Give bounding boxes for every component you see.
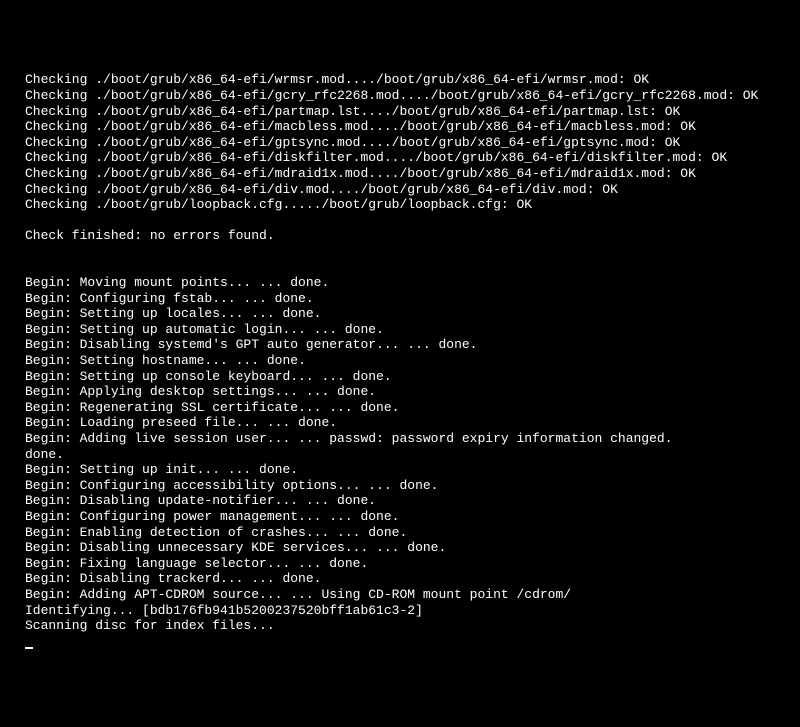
terminal-line: Begin: Disabling update-notifier... ... … [25,493,775,509]
terminal-line: Begin: Disabling unnecessary KDE service… [25,540,775,556]
terminal-line: Begin: Setting hostname... ... done. [25,353,775,369]
terminal-line: Checking ./boot/grub/x86_64-efi/gptsync.… [25,135,775,151]
terminal-line: Scanning disc for index files... [25,618,775,634]
terminal-line: Checking ./boot/grub/x86_64-efi/diskfilt… [25,150,775,166]
terminal-line: Begin: Setting up console keyboard... ..… [25,369,775,385]
terminal-line: Begin: Setting up locales... ... done. [25,306,775,322]
terminal-line: Begin: Moving mount points... ... done. [25,275,775,291]
terminal-line: Checking ./boot/grub/x86_64-efi/div.mod.… [25,182,775,198]
terminal-line: Checking ./boot/grub/loopback.cfg...../b… [25,197,775,213]
terminal-line: Check finished: no errors found. [25,228,775,244]
cursor [25,647,33,649]
terminal-line [25,244,775,260]
terminal-line: Begin: Fixing language selector... ... d… [25,556,775,572]
terminal-line: Begin: Disabling trackerd... ... done. [25,571,775,587]
terminal-line: Begin: Adding live session user... ... p… [25,431,775,447]
terminal-line: Begin: Configuring fstab... ... done. [25,291,775,307]
terminal-line: Checking ./boot/grub/x86_64-efi/gcry_rfc… [25,88,775,104]
terminal-line [25,213,775,229]
terminal-line: Begin: Setting up automatic login... ...… [25,322,775,338]
terminal-line: Begin: Regenerating SSL certificate... .… [25,400,775,416]
terminal-line: Checking ./boot/grub/x86_64-efi/mdraid1x… [25,166,775,182]
terminal-line: Checking ./boot/grub/x86_64-efi/partmap.… [25,104,775,120]
terminal-line: done. [25,447,775,463]
terminal-line: Checking ./boot/grub/x86_64-efi/wrmsr.mo… [25,72,775,88]
terminal-line: Begin: Applying desktop settings... ... … [25,384,775,400]
terminal-line: Begin: Configuring accessibility options… [25,478,775,494]
terminal-line: Begin: Loading preseed file... ... done. [25,415,775,431]
terminal-line: Checking ./boot/grub/x86_64-efi/macbless… [25,119,775,135]
terminal-line: Begin: Setting up init... ... done. [25,462,775,478]
terminal-line: Identifying... [bdb176fb941b5200237520bf… [25,603,775,619]
terminal-line [25,260,775,276]
terminal-line: Begin: Disabling systemd's GPT auto gene… [25,337,775,353]
terminal-output: Checking ./boot/grub/x86_64-efi/wrmsr.mo… [25,72,775,649]
terminal-line: Begin: Configuring power management... .… [25,509,775,525]
cursor-line [25,634,775,650]
terminal-line: Begin: Adding APT-CDROM source... ... Us… [25,587,775,603]
terminal-line: Begin: Enabling detection of crashes... … [25,525,775,541]
